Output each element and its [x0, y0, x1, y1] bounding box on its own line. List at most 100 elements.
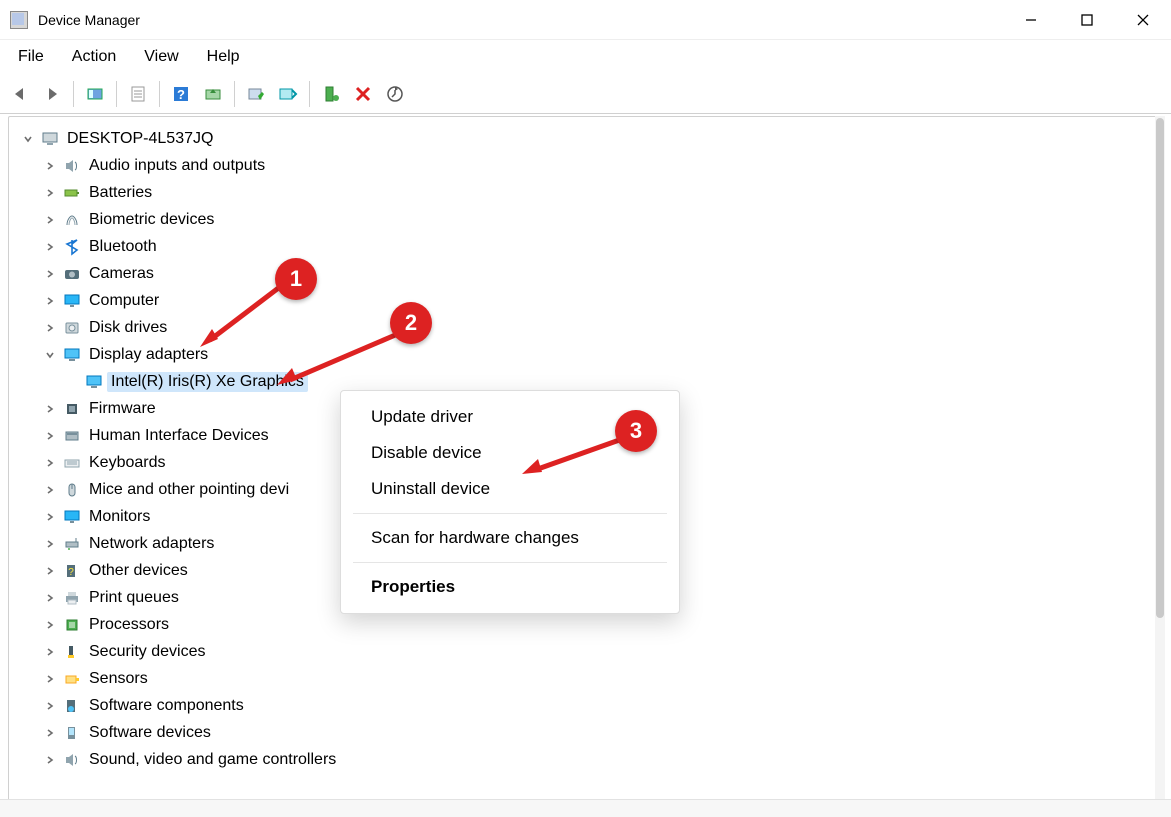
tree-item-label: Batteries — [85, 183, 156, 203]
swdev-icon — [63, 724, 81, 742]
tree-item-label: Network adapters — [85, 534, 218, 554]
caret-right-icon[interactable] — [41, 616, 59, 634]
tree-item-label: Software devices — [85, 723, 215, 743]
toolbar-disable-device-button[interactable] — [274, 80, 302, 108]
tree-item-label: Processors — [85, 615, 173, 635]
caret-right-icon[interactable] — [41, 211, 59, 229]
caret-right-icon[interactable] — [41, 292, 59, 310]
fingerprint-icon — [63, 211, 81, 229]
printer-icon — [63, 589, 81, 607]
tree-item-label: Display adapters — [85, 345, 212, 365]
caret-right-icon[interactable] — [41, 643, 59, 661]
tree-item-software-devices[interactable]: Software devices — [15, 719, 1160, 746]
caret-down-icon[interactable] — [41, 346, 59, 364]
tree-item-label: Software components — [85, 696, 248, 716]
caret-right-icon[interactable] — [41, 589, 59, 607]
menu-help[interactable]: Help — [195, 44, 252, 70]
swcomp-icon — [63, 697, 81, 715]
ctx-properties[interactable]: Properties — [341, 569, 679, 605]
mouse-icon — [63, 481, 81, 499]
ctx-uninstall[interactable]: Uninstall device — [341, 471, 679, 507]
tree-item-display-adapters[interactable]: Display adapters — [15, 341, 1160, 368]
caret-down-icon[interactable] — [19, 130, 37, 148]
disk-icon — [63, 319, 81, 337]
toolbar-scan-button[interactable] — [381, 80, 409, 108]
caret-right-icon[interactable] — [41, 454, 59, 472]
menu-view[interactable]: View — [132, 44, 190, 70]
caret-right-icon[interactable] — [41, 157, 59, 175]
ctx-separator — [353, 562, 667, 563]
titlebar: Device Manager — [0, 0, 1171, 40]
menu-action[interactable]: Action — [60, 44, 128, 70]
caret-right-icon[interactable] — [41, 265, 59, 283]
tree-item-label: Other devices — [85, 561, 192, 581]
tree-item-label: Bluetooth — [85, 237, 161, 257]
close-button[interactable] — [1115, 0, 1171, 40]
tree-item-label: Print queues — [85, 588, 183, 608]
caret-right-icon[interactable] — [41, 400, 59, 418]
menubar: File Action View Help — [0, 40, 1171, 74]
tree-item-bluetooth[interactable]: Bluetooth — [15, 233, 1160, 260]
scrollbar[interactable] — [1155, 116, 1165, 807]
caret-right-icon[interactable] — [41, 535, 59, 553]
toolbar: ? — [0, 74, 1171, 114]
minimize-button[interactable] — [1003, 0, 1059, 40]
caret-right-icon[interactable] — [41, 427, 59, 445]
caret-right-icon[interactable] — [41, 481, 59, 499]
tree-item-disk-drives[interactable]: Disk drives — [15, 314, 1160, 341]
caret-right-icon[interactable] — [41, 184, 59, 202]
tree-item-label: Intel(R) Iris(R) Xe Graphics — [107, 372, 308, 392]
scrollbar-thumb[interactable] — [1156, 118, 1164, 618]
ctx-separator — [353, 513, 667, 514]
tree-item-label: Disk drives — [85, 318, 171, 338]
toolbar-update-driver-button[interactable] — [199, 80, 227, 108]
tree-item-audio-inputs-and-outputs[interactable]: Audio inputs and outputs — [15, 152, 1160, 179]
tree-item-root[interactable]: DESKTOP-4L537JQ — [15, 125, 1160, 152]
svg-text:?: ? — [177, 87, 185, 102]
tree-item-security-devices[interactable]: Security devices — [15, 638, 1160, 665]
cpu-icon — [63, 616, 81, 634]
tree-item-sensors[interactable]: Sensors — [15, 665, 1160, 692]
tree-item-sound-video-and-game-controllers[interactable]: Sound, video and game controllers — [15, 746, 1160, 773]
tree-item-label: Sensors — [85, 669, 152, 689]
battery-icon — [63, 184, 81, 202]
network-icon — [63, 535, 81, 553]
toolbar-help-button[interactable]: ? — [167, 80, 195, 108]
chip-icon — [63, 400, 81, 418]
ctx-scan[interactable]: Scan for hardware changes — [341, 520, 679, 556]
camera-icon — [63, 265, 81, 283]
toolbar-back-button[interactable] — [6, 80, 34, 108]
menu-file[interactable]: File — [6, 44, 56, 70]
speaker-icon — [63, 751, 81, 769]
toolbar-console-button[interactable] — [81, 80, 109, 108]
tree-item-computer[interactable]: Computer — [15, 287, 1160, 314]
caret-right-icon[interactable] — [41, 751, 59, 769]
toolbar-properties-button[interactable] — [124, 80, 152, 108]
tree-item-label: Human Interface Devices — [85, 426, 273, 446]
tree-item-batteries[interactable]: Batteries — [15, 179, 1160, 206]
caret-right-icon[interactable] — [41, 724, 59, 742]
monitor-icon — [63, 508, 81, 526]
tree-item-label: Sound, video and game controllers — [85, 750, 340, 770]
tree-item-biometric-devices[interactable]: Biometric devices — [15, 206, 1160, 233]
tree-item-label: Mice and other pointing devi — [85, 480, 293, 500]
toolbar-hardware-button[interactable] — [317, 80, 345, 108]
toolbar-uninstall-button[interactable] — [349, 80, 377, 108]
bluetooth-icon — [63, 238, 81, 256]
caret-right-icon[interactable] — [41, 319, 59, 337]
caret-right-icon[interactable] — [41, 238, 59, 256]
display-icon — [85, 373, 103, 391]
tree-item-cameras[interactable]: Cameras — [15, 260, 1160, 287]
caret-right-icon[interactable] — [41, 562, 59, 580]
caret-right-icon[interactable] — [41, 670, 59, 688]
maximize-button[interactable] — [1059, 0, 1115, 40]
tree-item-label: Monitors — [85, 507, 154, 527]
caret-right-icon[interactable] — [41, 508, 59, 526]
monitor-icon — [63, 292, 81, 310]
tree-item-label: Computer — [85, 291, 163, 311]
toolbar-forward-button[interactable] — [38, 80, 66, 108]
caret-right-icon[interactable] — [41, 697, 59, 715]
toolbar-enable-device-button[interactable] — [242, 80, 270, 108]
tree-item-software-components[interactable]: Software components — [15, 692, 1160, 719]
tree-item-processors[interactable]: Processors — [15, 611, 1160, 638]
